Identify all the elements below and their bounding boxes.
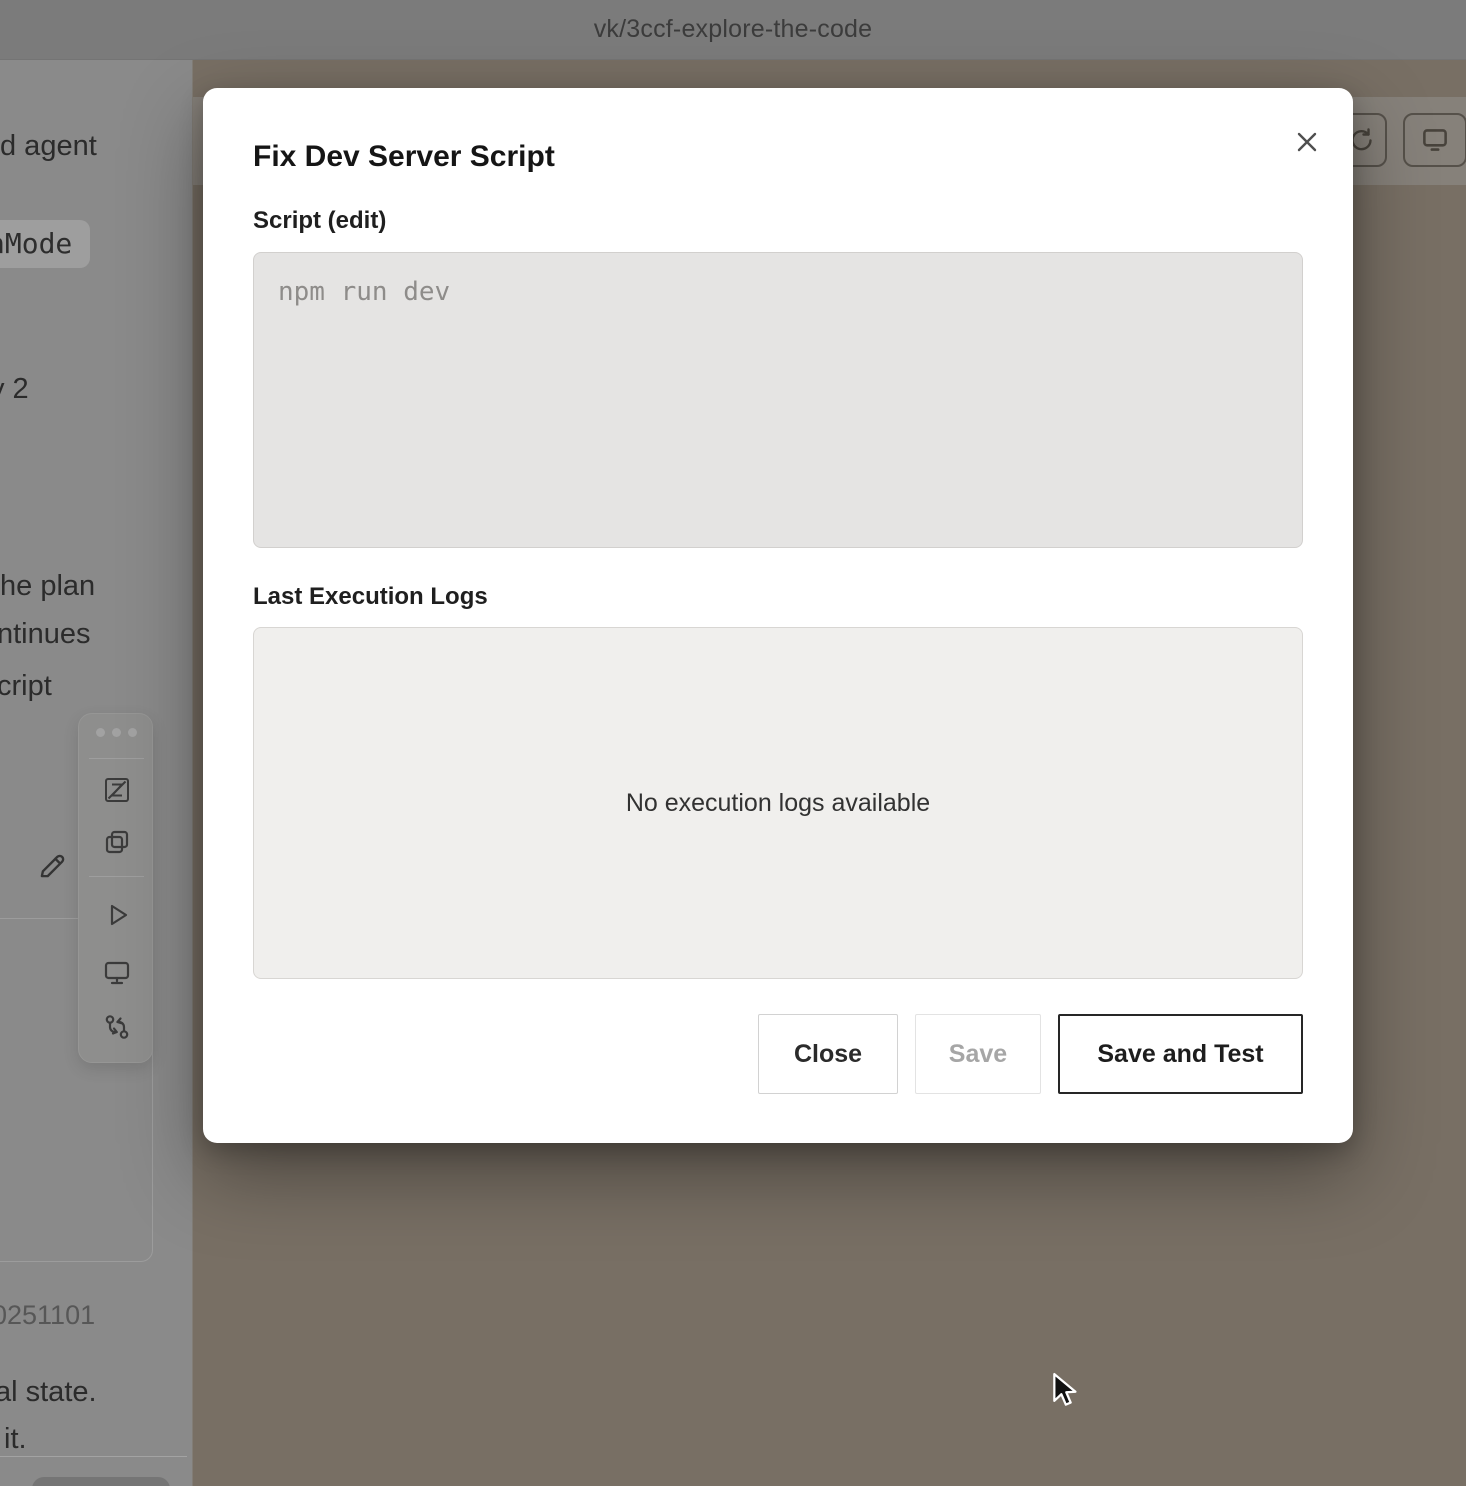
pencil-icon[interactable] [34,848,70,884]
copy-icon[interactable] [101,826,133,858]
drag-handle-dots[interactable] [79,728,154,737]
dialog-title: Fix Dev Server Script [253,140,555,173]
logs-section-label: Last Execution Logs [253,583,488,610]
git-compare-icon[interactable] [101,1011,133,1043]
zed-editor-icon[interactable] [101,774,133,806]
sidebar-text-agent: d agent [0,130,97,162]
window-title-bar: vk/3ccf-explore-the-code [0,0,1466,60]
script-field-label: Script (edit) [253,207,387,234]
sidebar-text-script: cript [0,670,52,702]
monitor-icon [1423,129,1447,151]
sidebar-text-it: it. [4,1423,27,1455]
toolbar-divider [89,758,144,759]
sidebar-bottom-button[interactable] [32,1477,170,1486]
sidebar-text-continues: ntinues [0,618,91,650]
sidebar: d agent nMode y 2 he plan ntinues cript [0,60,193,1486]
execution-logs-box: No execution logs available [253,627,1303,979]
play-icon[interactable] [101,899,133,931]
toolbar-divider [89,876,144,877]
close-icon[interactable] [1291,126,1323,158]
app-screen: vk/3ccf-explore-the-code d agent nMode y… [0,0,1466,1486]
sidebar-text-state: al state. [0,1376,97,1408]
logs-empty-message: No execution logs available [625,788,931,817]
sidebar-text-v2: y 2 [0,373,29,405]
sidebar-divider [0,1456,187,1457]
preview-monitor-button[interactable] [1403,113,1466,167]
floating-toolbar [78,713,153,1063]
sidebar-text-plan: he plan [0,570,96,602]
save-and-test-button[interactable]: Save and Test [1058,1014,1303,1094]
dialog-footer: Close Save Save and Test [253,1014,1303,1094]
script-input[interactable] [253,252,1303,548]
sidebar-code-badge: nMode [0,220,91,268]
window-title: vk/3ccf-explore-the-code [593,15,873,43]
close-button[interactable]: Close [758,1014,898,1094]
monitor-icon[interactable] [101,956,133,988]
fix-dev-server-script-dialog: Fix Dev Server Script Script (edit) Last… [203,88,1353,1143]
save-button[interactable]: Save [915,1014,1041,1094]
mouse-cursor [1050,1372,1084,1415]
sidebar-text-timestamp: 0251101 [0,1300,96,1330]
